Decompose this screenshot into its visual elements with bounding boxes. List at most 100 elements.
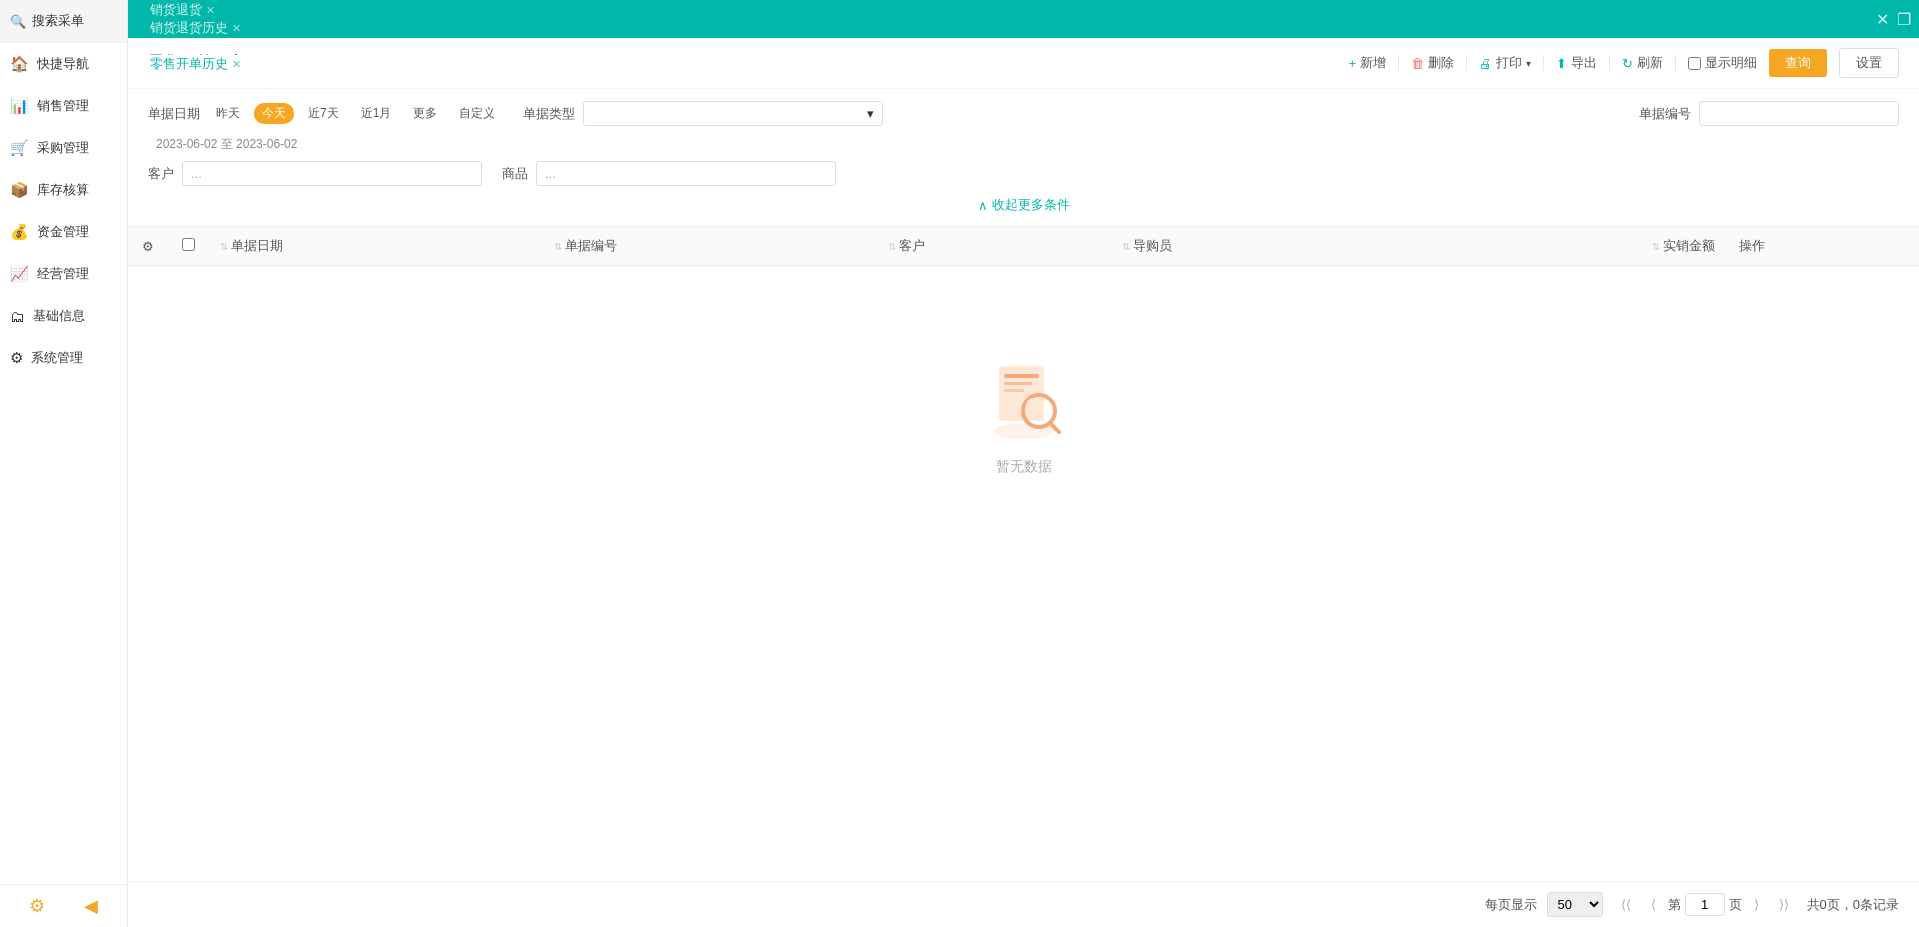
tab-bar-right: ✕ ❐ bbox=[1876, 10, 1911, 29]
product-filter: 商品 ... bbox=[502, 161, 836, 186]
select-all-checkbox[interactable] bbox=[182, 238, 195, 251]
sort-docno-icon[interactable]: ⇅ bbox=[554, 241, 562, 252]
date-opt-近7天[interactable]: 近7天 bbox=[300, 103, 347, 124]
delete-label: 删除 bbox=[1428, 54, 1454, 72]
customer-ellipsis: ... bbox=[191, 166, 202, 181]
settings-button[interactable]: 设置 bbox=[1839, 48, 1899, 78]
customer-filter: 客户 ... bbox=[148, 161, 482, 186]
next-page-btn[interactable]: ⟩ bbox=[1746, 894, 1767, 915]
query-button[interactable]: 查询 bbox=[1769, 49, 1827, 77]
tab-sales-return-history[interactable]: 销货退货历史 ✕ bbox=[136, 19, 255, 37]
sidebar-item-system[interactable]: ⚙系统管理 bbox=[0, 337, 127, 379]
divider5 bbox=[1675, 55, 1676, 71]
tab-retail-history[interactable]: 零售开单历史✕ bbox=[136, 55, 255, 73]
page-input[interactable] bbox=[1685, 893, 1725, 916]
tab-close-sales-return[interactable]: ✕ bbox=[206, 4, 215, 17]
print-button[interactable]: 🖨 打印 ▾ bbox=[1479, 54, 1531, 72]
sidebar-label-inventory: 库存核算 bbox=[37, 181, 89, 199]
show-detail-checkbox[interactable] bbox=[1688, 57, 1701, 70]
settings-icon[interactable]: ⚙ bbox=[29, 895, 45, 917]
add-button[interactable]: + 新增 bbox=[1348, 54, 1386, 72]
sidebar-item-quick-nav[interactable]: 🏠 快捷导航 bbox=[0, 43, 127, 85]
main-content: 首页销售订单✕销货退货✕销货退货历史✕零售开单✕零售开单历史✕ ✕ ❐ 零售开单… bbox=[128, 0, 1919, 927]
pagination: 每页显示 50 10 20 100 ⟨⟨ ⟨ 第 页 ⟩ ⟩⟩ 共0页，0条记录 bbox=[128, 881, 1919, 927]
divider1 bbox=[1398, 55, 1399, 71]
collapse-button[interactable]: ∧ 收起更多条件 bbox=[978, 196, 1070, 214]
refresh-icon: ↻ bbox=[1622, 56, 1633, 71]
sidebar-label-system: 系统管理 bbox=[31, 349, 83, 367]
doc-type-dropdown-icon: ▾ bbox=[867, 106, 874, 121]
sidebar-item-finance[interactable]: 💰资金管理 bbox=[0, 211, 127, 253]
sort-date-icon[interactable]: ⇅ bbox=[220, 241, 228, 252]
divider3 bbox=[1543, 55, 1544, 71]
doc-no-input[interactable] bbox=[1699, 101, 1899, 126]
print-icon: 🖨 bbox=[1479, 56, 1492, 71]
print-label: 打印 bbox=[1496, 54, 1522, 72]
col-salesperson: ⇅ 导购员 bbox=[1110, 227, 1394, 266]
product-ellipsis: ... bbox=[545, 166, 556, 181]
page-unit: 页 bbox=[1729, 896, 1742, 914]
sidebar-icon-operations: 📈 bbox=[10, 265, 29, 283]
prev-page-btn[interactable]: ⟨ bbox=[1643, 894, 1664, 915]
refresh-button[interactable]: ↻ 刷新 bbox=[1622, 54, 1663, 72]
sidebar-label-purchase-mgmt: 采购管理 bbox=[37, 139, 89, 157]
date-opt-昨天[interactable]: 昨天 bbox=[208, 103, 248, 124]
window-restore-icon[interactable]: ❐ bbox=[1897, 10, 1911, 29]
sidebar-item-sales-mgmt[interactable]: 📊销售管理 bbox=[0, 85, 127, 127]
product-input[interactable]: ... bbox=[536, 161, 836, 186]
tab-close-retail-open[interactable]: ✕ bbox=[206, 40, 215, 53]
sidebar-item-operations[interactable]: 📈经营管理 bbox=[0, 253, 127, 295]
tab-sales-return[interactable]: 销货退货✕ bbox=[136, 1, 255, 19]
per-page-label: 每页显示 bbox=[1485, 896, 1537, 914]
last-page-btn[interactable]: ⟩⟩ bbox=[1771, 894, 1797, 915]
customer-input[interactable]: ... bbox=[182, 161, 482, 186]
sidebar-icon-quick-nav: 🏠 bbox=[10, 55, 29, 73]
collapse-label: 收起更多条件 bbox=[992, 196, 1070, 214]
svg-rect-2 bbox=[1004, 374, 1039, 378]
doc-type-select[interactable]: ▾ bbox=[583, 101, 883, 126]
header-actions: + 新增 🗑 删除 🖨 打印 ▾ ⬆ 导出 ↻ 刷新 bbox=[1348, 48, 1899, 78]
table-config-btn[interactable]: ⚙ bbox=[142, 239, 154, 254]
sidebar-icon-sales-mgmt: 📊 bbox=[10, 97, 29, 115]
add-icon: + bbox=[1348, 56, 1356, 71]
sidebar-item-inventory[interactable]: 📦库存核算 bbox=[0, 169, 127, 211]
col-docno: ⇅ 单据编号 bbox=[542, 227, 876, 266]
sidebar: 🔍 搜索采单 🏠 快捷导航 📊销售管理🛒采购管理📦库存核算💰资金管理📈经营管理🗂基础… bbox=[0, 0, 128, 927]
add-label: 新增 bbox=[1360, 54, 1386, 72]
date-opt-近1月[interactable]: 近1月 bbox=[353, 103, 400, 124]
tab-close-retail-history[interactable]: ✕ bbox=[232, 58, 241, 71]
per-page-select[interactable]: 50 10 20 100 bbox=[1547, 892, 1603, 917]
window-close-icon[interactable]: ✕ bbox=[1876, 10, 1889, 29]
sort-customer-icon[interactable]: ⇅ bbox=[888, 241, 896, 252]
collapse-sidebar-icon[interactable]: ◀ bbox=[84, 895, 98, 917]
sort-salesperson-icon[interactable]: ⇅ bbox=[1122, 241, 1130, 252]
search-icon: 🔍 bbox=[10, 14, 26, 29]
first-page-btn[interactable]: ⟨⟨ bbox=[1613, 894, 1639, 915]
date-opt-今天[interactable]: 今天 bbox=[254, 103, 294, 124]
customer-label: 客户 bbox=[148, 165, 174, 183]
divider4 bbox=[1609, 55, 1610, 71]
tab-label-sales-return-history: 销货退货历史 bbox=[150, 19, 228, 37]
divider2 bbox=[1466, 55, 1467, 71]
tab-retail-open[interactable]: 零售开单✕ bbox=[136, 37, 255, 55]
sort-amount-icon[interactable]: ⇅ bbox=[1652, 241, 1660, 252]
show-detail-checkbox-label[interactable]: 显示明细 bbox=[1688, 54, 1757, 72]
date-opt-自定义[interactable]: 自定义 bbox=[451, 103, 503, 124]
date-opt-更多[interactable]: 更多 bbox=[405, 103, 445, 124]
tab-close-sales-return-history[interactable]: ✕ bbox=[232, 22, 241, 35]
delete-icon: 🗑 bbox=[1411, 56, 1424, 71]
page-total: 共0页，0条记录 bbox=[1807, 896, 1899, 914]
export-button[interactable]: ⬆ 导出 bbox=[1556, 54, 1597, 72]
sidebar-item-basic-info[interactable]: 🗂基础信息 bbox=[0, 295, 127, 337]
empty-icon bbox=[974, 346, 1074, 446]
col-amount: ⇅ 实销金额 bbox=[1393, 227, 1727, 266]
delete-button[interactable]: 🗑 删除 bbox=[1411, 54, 1454, 72]
empty-state: 暂无数据 bbox=[128, 266, 1919, 556]
sidebar-search[interactable]: 🔍 搜索采单 bbox=[0, 0, 127, 43]
export-label: 导出 bbox=[1571, 54, 1597, 72]
sidebar-item-purchase-mgmt[interactable]: 🛒采购管理 bbox=[0, 127, 127, 169]
collapse-up-icon: ∧ bbox=[978, 198, 988, 213]
refresh-label: 刷新 bbox=[1637, 54, 1663, 72]
sidebar-label-quick-nav: 快捷导航 bbox=[37, 55, 89, 73]
print-dropdown-icon[interactable]: ▾ bbox=[1526, 58, 1531, 69]
